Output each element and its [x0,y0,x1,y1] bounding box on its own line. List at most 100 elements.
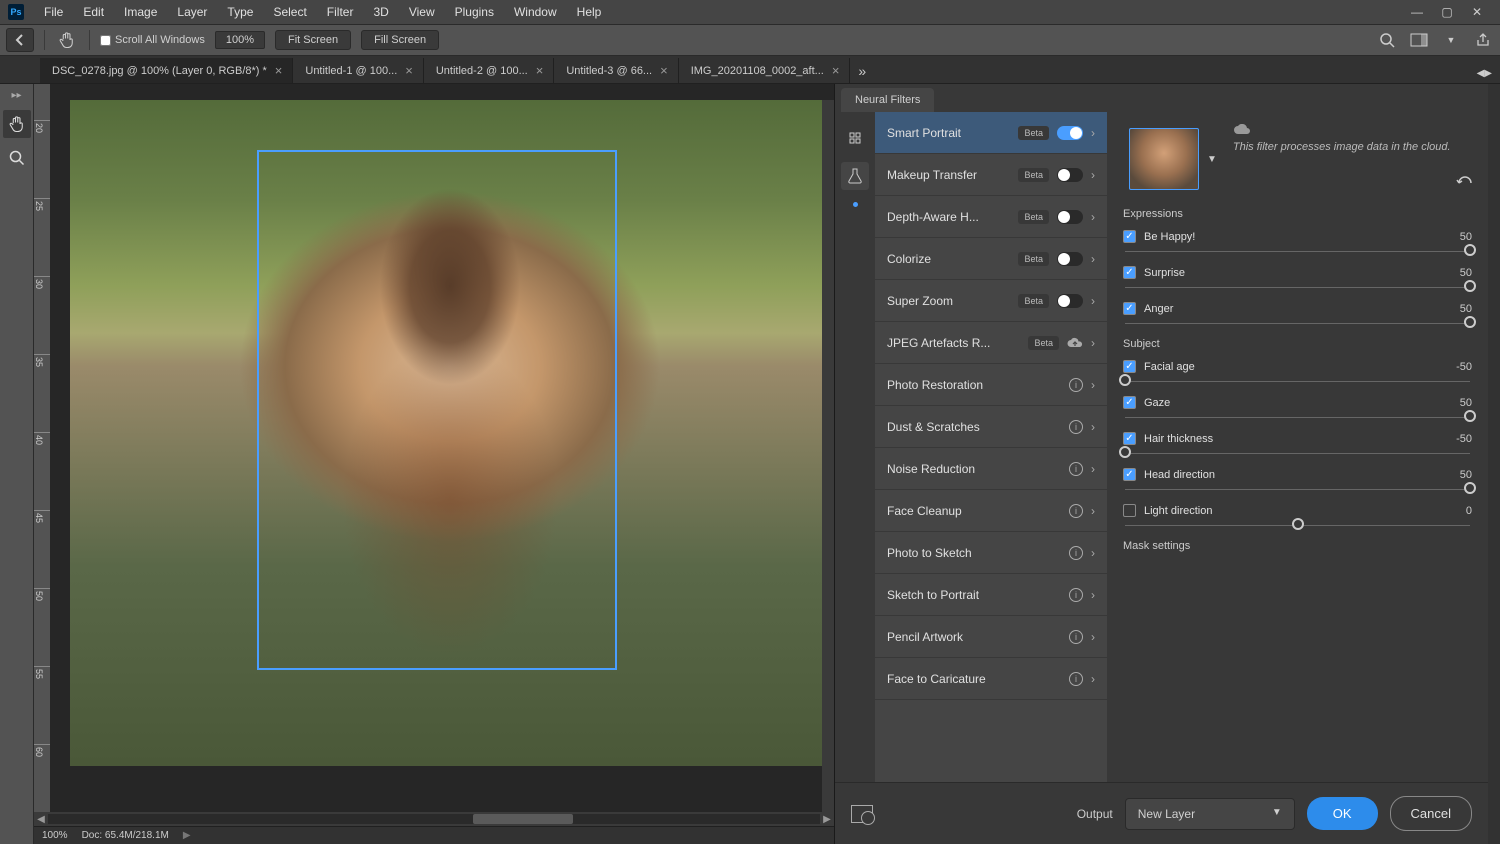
info-icon[interactable]: i [1069,420,1083,434]
slider-checkbox[interactable]: ✓ [1123,302,1136,315]
filter-toggle[interactable] [1057,168,1083,182]
menu-image[interactable]: Image [114,0,167,24]
filter-toggle[interactable] [1057,294,1083,308]
info-icon[interactable]: i [1069,672,1083,686]
menu-file[interactable]: File [34,0,73,24]
close-tab-icon[interactable]: × [832,64,840,77]
slider-checkbox[interactable]: ✓ [1123,266,1136,279]
filter-row[interactable]: Photo to Sketchi› [875,532,1107,574]
info-icon[interactable]: i [1069,378,1083,392]
slider-checkbox[interactable]: ✓ [1123,468,1136,481]
menu-layer[interactable]: Layer [167,0,217,24]
cloud-download-icon[interactable] [1067,337,1083,349]
zoom-tool-button[interactable] [3,144,31,172]
panel-expand-icon[interactable]: ◀▶ [1469,64,1500,83]
canvas-viewport[interactable] [50,100,822,812]
slider-track[interactable] [1125,251,1470,252]
slider-handle[interactable] [1292,518,1304,530]
slider-track[interactable] [1125,525,1470,526]
featured-filters-icon[interactable] [841,124,869,152]
slider-handle[interactable] [1464,410,1476,422]
slider-checkbox[interactable]: ✓ [1123,432,1136,445]
slider-track[interactable] [1125,453,1470,454]
status-chevron-icon[interactable]: ▶ [183,830,191,841]
menu-3d[interactable]: 3D [363,0,398,24]
filter-row[interactable]: Noise Reductioni› [875,448,1107,490]
document-tab[interactable]: IMG_20201108_0002_aft...× [679,58,851,83]
menu-type[interactable]: Type [217,0,263,24]
menu-select[interactable]: Select [263,0,316,24]
search-icon[interactable] [1376,29,1398,51]
scroll-right-icon[interactable]: ▶ [820,814,834,825]
close-button[interactable]: ✕ [1462,0,1492,24]
slider-checkbox[interactable]: ✓ [1123,396,1136,409]
hand-tool-icon[interactable] [55,28,79,52]
doc-size-status[interactable]: Doc: 65.4M/218.1M [82,830,169,841]
fit-screen-button[interactable]: Fit Screen [275,30,351,50]
slider-handle[interactable] [1119,446,1131,458]
fill-screen-button[interactable]: Fill Screen [361,30,439,50]
filter-row[interactable]: Face to Caricaturei› [875,658,1107,700]
slider-checkbox[interactable]: ✓ [1123,230,1136,243]
filter-toggle[interactable] [1057,210,1083,224]
cancel-button[interactable]: Cancel [1390,796,1472,831]
document-tab[interactable]: Untitled-1 @ 100...× [293,58,423,83]
close-tab-icon[interactable]: × [275,64,283,77]
right-dock-collapse[interactable] [1488,84,1500,844]
menu-help[interactable]: Help [567,0,612,24]
slider-checkbox[interactable]: ✓ [1123,360,1136,373]
face-selector[interactable]: ▼ [1123,124,1223,194]
zoom-status[interactable]: 100% [42,830,68,841]
mask-preview-icon[interactable] [851,805,873,823]
slider-handle[interactable] [1464,244,1476,256]
slider-handle[interactable] [1464,280,1476,292]
horizontal-scrollbar[interactable]: ◀ ▶ [34,812,834,826]
home-back-button[interactable] [6,28,34,52]
maximize-button[interactable]: ▢ [1432,0,1462,24]
vertical-scrollbar[interactable] [822,100,834,812]
document-tab[interactable]: Untitled-2 @ 100...× [424,58,554,83]
slider-track[interactable] [1125,417,1470,418]
document-tab[interactable]: DSC_0278.jpg @ 100% (Layer 0, RGB/8*) *× [40,58,293,83]
collapse-tools-icon[interactable]: ▸▸ [11,90,21,102]
panel-tab-neural-filters[interactable]: Neural Filters [841,88,934,112]
reset-icon[interactable] [1456,176,1474,190]
slider-track[interactable] [1125,381,1470,382]
info-icon[interactable]: i [1069,504,1083,518]
menu-plugins[interactable]: Plugins [445,0,504,24]
filter-row[interactable]: JPEG Artefacts R...Beta› [875,322,1107,364]
slider-checkbox[interactable] [1123,504,1136,517]
menu-edit[interactable]: Edit [73,0,114,24]
info-icon[interactable]: i [1069,462,1083,476]
slider-track[interactable] [1125,287,1470,288]
slider-handle[interactable] [1119,374,1131,386]
scroll-all-checkbox[interactable]: Scroll All Windows [100,34,205,46]
workspace-switcher-icon[interactable] [1408,29,1430,51]
filter-row[interactable]: Dust & Scratchesi› [875,406,1107,448]
menu-window[interactable]: Window [504,0,567,24]
chevron-down-icon[interactable]: ▼ [1440,29,1462,51]
filter-row[interactable]: ColorizeBeta› [875,238,1107,280]
minimize-button[interactable]: — [1402,0,1432,24]
filter-row[interactable]: Pencil Artworki› [875,616,1107,658]
close-tab-icon[interactable]: × [536,64,544,77]
close-tab-icon[interactable]: × [405,64,413,77]
share-icon[interactable] [1472,29,1494,51]
menu-filter[interactable]: Filter [317,0,364,24]
zoom-level-input[interactable]: 100% [215,31,265,49]
slider-track[interactable] [1125,323,1470,324]
filter-row[interactable]: Depth-Aware H...Beta› [875,196,1107,238]
more-tabs-button[interactable]: » [850,59,874,83]
filter-row[interactable]: Photo Restorationi› [875,364,1107,406]
output-select[interactable]: New Layer ▼ [1125,798,1295,830]
slider-track[interactable] [1125,489,1470,490]
filter-toggle[interactable] [1057,252,1083,266]
document-tab[interactable]: Untitled-3 @ 66...× [554,58,678,83]
filter-row[interactable]: Sketch to Portraiti› [875,574,1107,616]
filter-row[interactable]: Makeup TransferBeta› [875,154,1107,196]
menu-view[interactable]: View [399,0,445,24]
ok-button[interactable]: OK [1307,797,1378,830]
info-icon[interactable]: i [1069,630,1083,644]
filter-row[interactable]: Super ZoomBeta› [875,280,1107,322]
close-tab-icon[interactable]: × [660,64,668,77]
